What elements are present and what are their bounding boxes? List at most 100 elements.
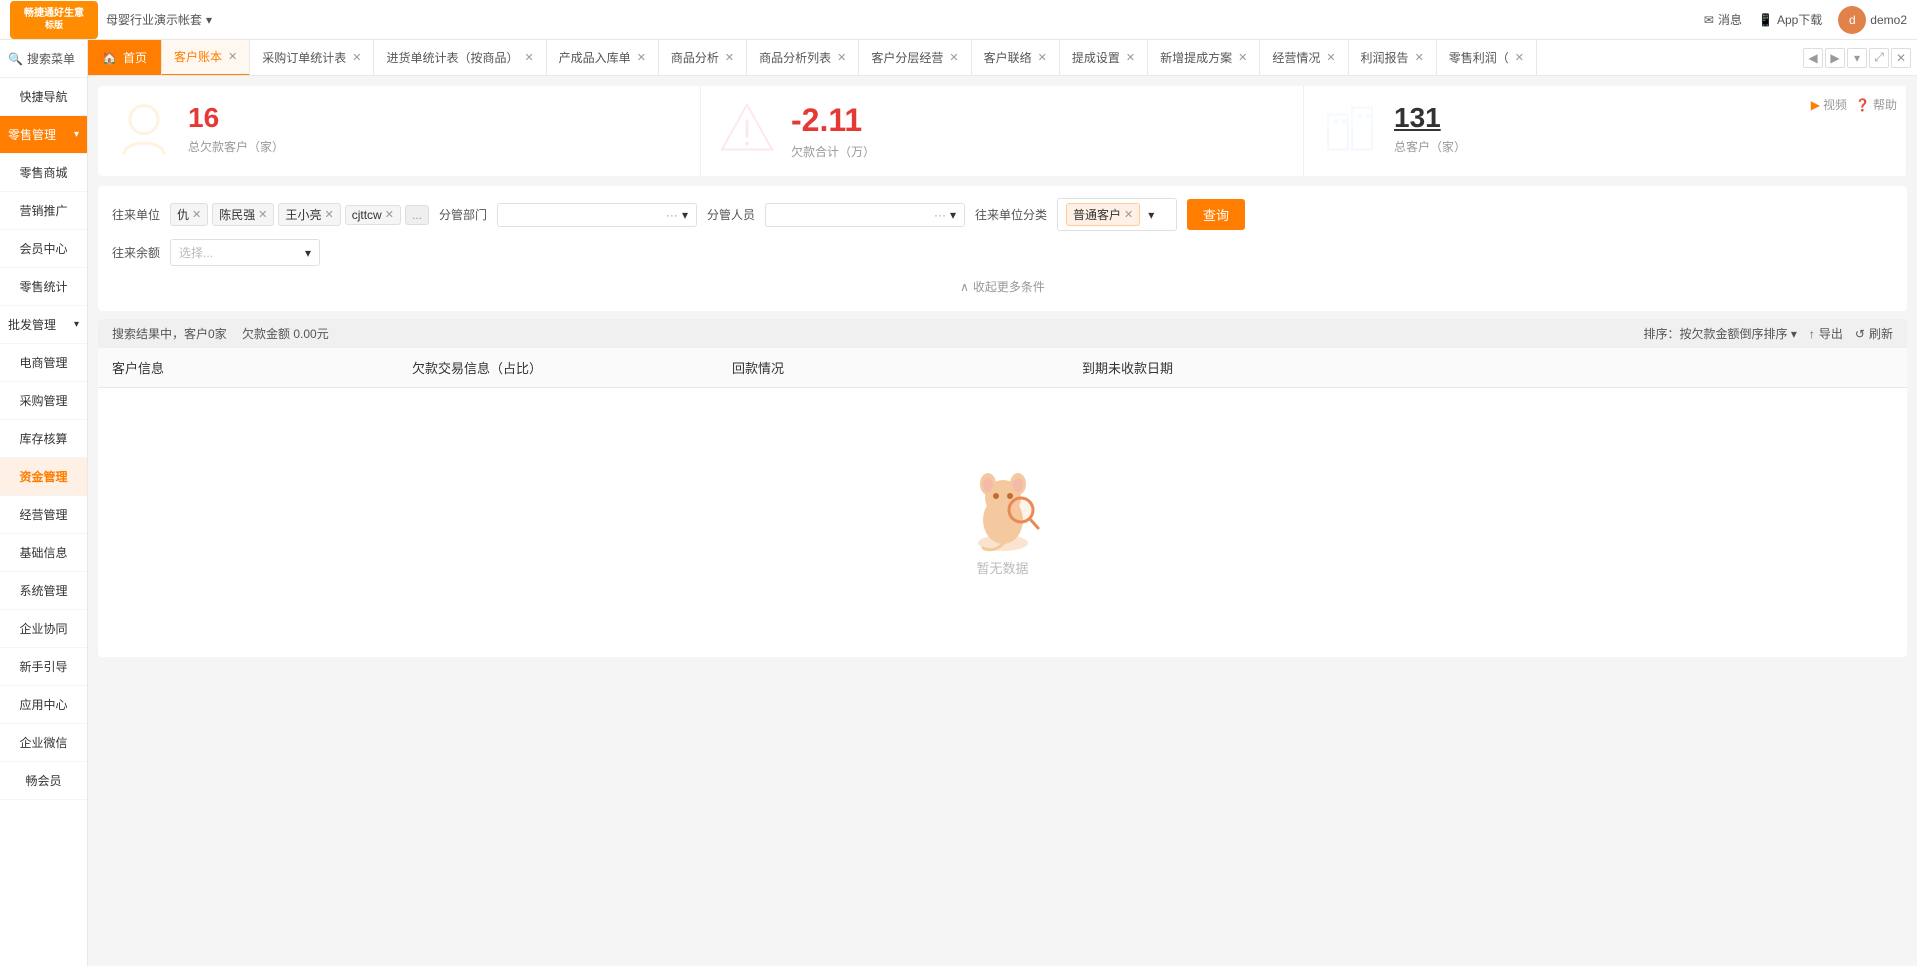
sidebar-item-capital[interactable]: 资金管理: [0, 458, 87, 496]
balance-dropdown[interactable]: 选择... ▾: [170, 239, 320, 266]
stat-bg-icon: [114, 100, 174, 160]
tab-close-btn[interactable]: ✕: [1126, 51, 1135, 64]
tab-close-btn[interactable]: ✕: [837, 51, 846, 64]
dept-dropdown[interactable]: ··· ▾: [497, 203, 697, 227]
tab-customer-accounts[interactable]: 客户账本 ✕: [162, 40, 250, 76]
tab-menu-btn[interactable]: ▾: [1847, 48, 1867, 68]
tag-text: 普通客户: [1073, 206, 1121, 223]
tab-inbound-stats[interactable]: 进货单统计表（按商品） ✕: [374, 40, 546, 76]
content-area: 🏠 首页 客户账本 ✕ 采购订单统计表 ✕ 进货单统计表（按商品） ✕ 产成品入…: [88, 40, 1917, 966]
tag-close-qiu[interactable]: ✕: [192, 208, 201, 221]
sidebar-item-inventory[interactable]: 库存核算: [0, 420, 87, 458]
tab-close-btn[interactable]: ✕: [524, 51, 533, 64]
more-tags-btn[interactable]: ...: [405, 205, 429, 225]
sidebar-item-ecommerce[interactable]: 电商管理: [0, 344, 87, 382]
sidebar-item-enterprise-wechat[interactable]: 企业微信: [0, 724, 87, 762]
sidebar-item-marketing[interactable]: 营销推广: [0, 192, 87, 230]
main-layout: 🔍 搜索菜单 快捷导航 零售管理 ▾ 零售商城 营销推广 会员中心 零售统计 批…: [0, 40, 1917, 966]
tab-close-btn[interactable]: ✕: [1038, 51, 1047, 64]
collapse-label: 收起更多条件: [973, 278, 1045, 295]
tab-home[interactable]: 🏠 首页: [88, 40, 162, 76]
filters-section: 往来单位 仇 ✕ 陈民强 ✕ 王小亮 ✕: [98, 186, 1907, 311]
header-left: 畅捷通好生意 标版 母婴行业演示帐套 ▾: [10, 1, 212, 39]
unit-category-dropdown[interactable]: 普通客户 ✕ ▾: [1057, 198, 1177, 231]
help-btn[interactable]: ❓ 帮助: [1855, 96, 1897, 113]
sidebar-item-retail-mall[interactable]: 零售商城: [0, 154, 87, 192]
sidebar-item-purchase[interactable]: 采购管理: [0, 382, 87, 420]
sidebar-item-label: 零售商城: [19, 166, 67, 180]
tab-customer-contact[interactable]: 客户联络 ✕: [972, 40, 1060, 76]
video-btn[interactable]: ▶ 视频: [1811, 96, 1847, 113]
workspace-selector[interactable]: 母婴行业演示帐套 ▾: [106, 11, 212, 28]
tab-profit-report[interactable]: 利润报告 ✕: [1349, 40, 1437, 76]
tag-close-normal[interactable]: ✕: [1124, 208, 1133, 221]
sidebar-item-quick-nav[interactable]: 快捷导航: [0, 78, 87, 116]
dept-more-icon: ···: [666, 208, 678, 222]
export-btn[interactable]: ↑ 导出: [1809, 325, 1843, 342]
sidebar-search[interactable]: 🔍 搜索菜单: [0, 40, 87, 78]
sidebar-item-label: 畅会员: [25, 774, 61, 788]
page-actions: ▶ 视频 ❓ 帮助: [1811, 96, 1897, 113]
tag-close-chen[interactable]: ✕: [258, 208, 267, 221]
tag-close-wang[interactable]: ✕: [325, 208, 334, 221]
header-right: ✉ 消息 📱 App下载 d demo2: [1704, 6, 1907, 34]
stat-bg-icon-debt: [717, 100, 777, 160]
sidebar-item-member-center[interactable]: 会员中心: [0, 230, 87, 268]
tab-close-btn[interactable]: ✕: [637, 51, 646, 64]
sidebar-item-label: 零售统计: [19, 280, 67, 294]
user-profile[interactable]: d demo2: [1838, 6, 1907, 34]
unit-tag-cjttcw: cjttcw ✕: [345, 205, 401, 225]
tab-retail-profit[interactable]: 零售利润（ ✕: [1437, 40, 1537, 76]
tab-label: 进货单统计表（按商品）: [386, 49, 518, 66]
stat-bg-icon-total: [1320, 100, 1380, 160]
tag-text: 陈民强: [219, 206, 255, 223]
sidebar-item-label: 资金管理: [19, 470, 67, 484]
sidebar-item-retail-mgmt[interactable]: 零售管理 ▾: [0, 116, 87, 154]
tab-expand-btn[interactable]: ⤢: [1869, 48, 1889, 68]
tab-close-btn[interactable]: ✕: [725, 51, 734, 64]
tab-customer-segment[interactable]: 客户分层经营 ✕: [859, 40, 971, 76]
sidebar-item-system[interactable]: 系统管理: [0, 572, 87, 610]
tab-close-btn[interactable]: ✕: [1515, 51, 1524, 64]
sidebar-item-retail-stats[interactable]: 零售统计: [0, 268, 87, 306]
tag-close-cjttcw[interactable]: ✕: [385, 208, 394, 221]
tab-close-btn[interactable]: ✕: [1238, 51, 1247, 64]
chevron-down-icon: ▾: [305, 246, 311, 260]
tab-next-btn[interactable]: ▶: [1825, 48, 1845, 68]
tab-close-btn[interactable]: ✕: [949, 51, 958, 64]
tab-commission[interactable]: 提成设置 ✕: [1060, 40, 1148, 76]
tab-close-btn[interactable]: ✕: [1326, 51, 1335, 64]
results-actions: 排序：按欠款金额倒序排序 ▾ ↑ 导出 ↺ 刷新: [1644, 325, 1893, 342]
sidebar-item-label: 基础信息: [19, 546, 67, 560]
tab-new-commission[interactable]: 新增提成方案 ✕: [1148, 40, 1260, 76]
sidebar-item-operations[interactable]: 经营管理: [0, 496, 87, 534]
collapse-btn[interactable]: ∧ 收起更多条件: [956, 274, 1049, 299]
sidebar-item-app-center[interactable]: 应用中心: [0, 686, 87, 724]
app-download-btn[interactable]: 📱 App下载: [1758, 11, 1822, 28]
sidebar-item-basic-info[interactable]: 基础信息: [0, 534, 87, 572]
tab-product-analysis-list[interactable]: 商品分析列表 ✕: [747, 40, 859, 76]
tab-prev-btn[interactable]: ◀: [1803, 48, 1823, 68]
tab-operations[interactable]: 经营情况 ✕: [1260, 40, 1348, 76]
tab-close-btn[interactable]: ✕: [352, 51, 361, 64]
tab-close-btn[interactable]: ✕: [1415, 51, 1424, 64]
sidebar-item-label: 批发管理: [8, 316, 56, 333]
person-dropdown[interactable]: ··· ▾: [765, 203, 965, 227]
tab-product-analysis[interactable]: 商品分析 ✕: [659, 40, 747, 76]
message-btn[interactable]: ✉ 消息: [1704, 11, 1742, 28]
sidebar-item-wholesale-mgmt[interactable]: 批发管理 ▾: [0, 306, 87, 344]
sort-label: 排序：按欠款金额倒序排序 ▾: [1644, 325, 1797, 342]
refresh-btn[interactable]: ↺ 刷新: [1855, 325, 1893, 342]
tab-close-all-btn[interactable]: ✕: [1891, 48, 1911, 68]
search-button[interactable]: 查询: [1187, 199, 1245, 230]
sidebar-item-new-guide[interactable]: 新手引导: [0, 648, 87, 686]
top-header: 畅捷通好生意 标版 母婴行业演示帐套 ▾ ✉ 消息 📱 App下载 d demo…: [0, 0, 1917, 40]
tab-close-btn[interactable]: ✕: [228, 50, 237, 63]
empty-label: 暂无数据: [976, 558, 1028, 577]
chevron-icon: ▾: [74, 319, 79, 330]
sidebar-item-label: 会员中心: [19, 242, 67, 256]
sidebar-item-pro-member[interactable]: 畅会员: [0, 762, 87, 800]
tab-production[interactable]: 产成品入库单 ✕: [547, 40, 659, 76]
tab-purchase-order[interactable]: 采购订单统计表 ✕: [250, 40, 374, 76]
sidebar-item-enterprise[interactable]: 企业协同: [0, 610, 87, 648]
